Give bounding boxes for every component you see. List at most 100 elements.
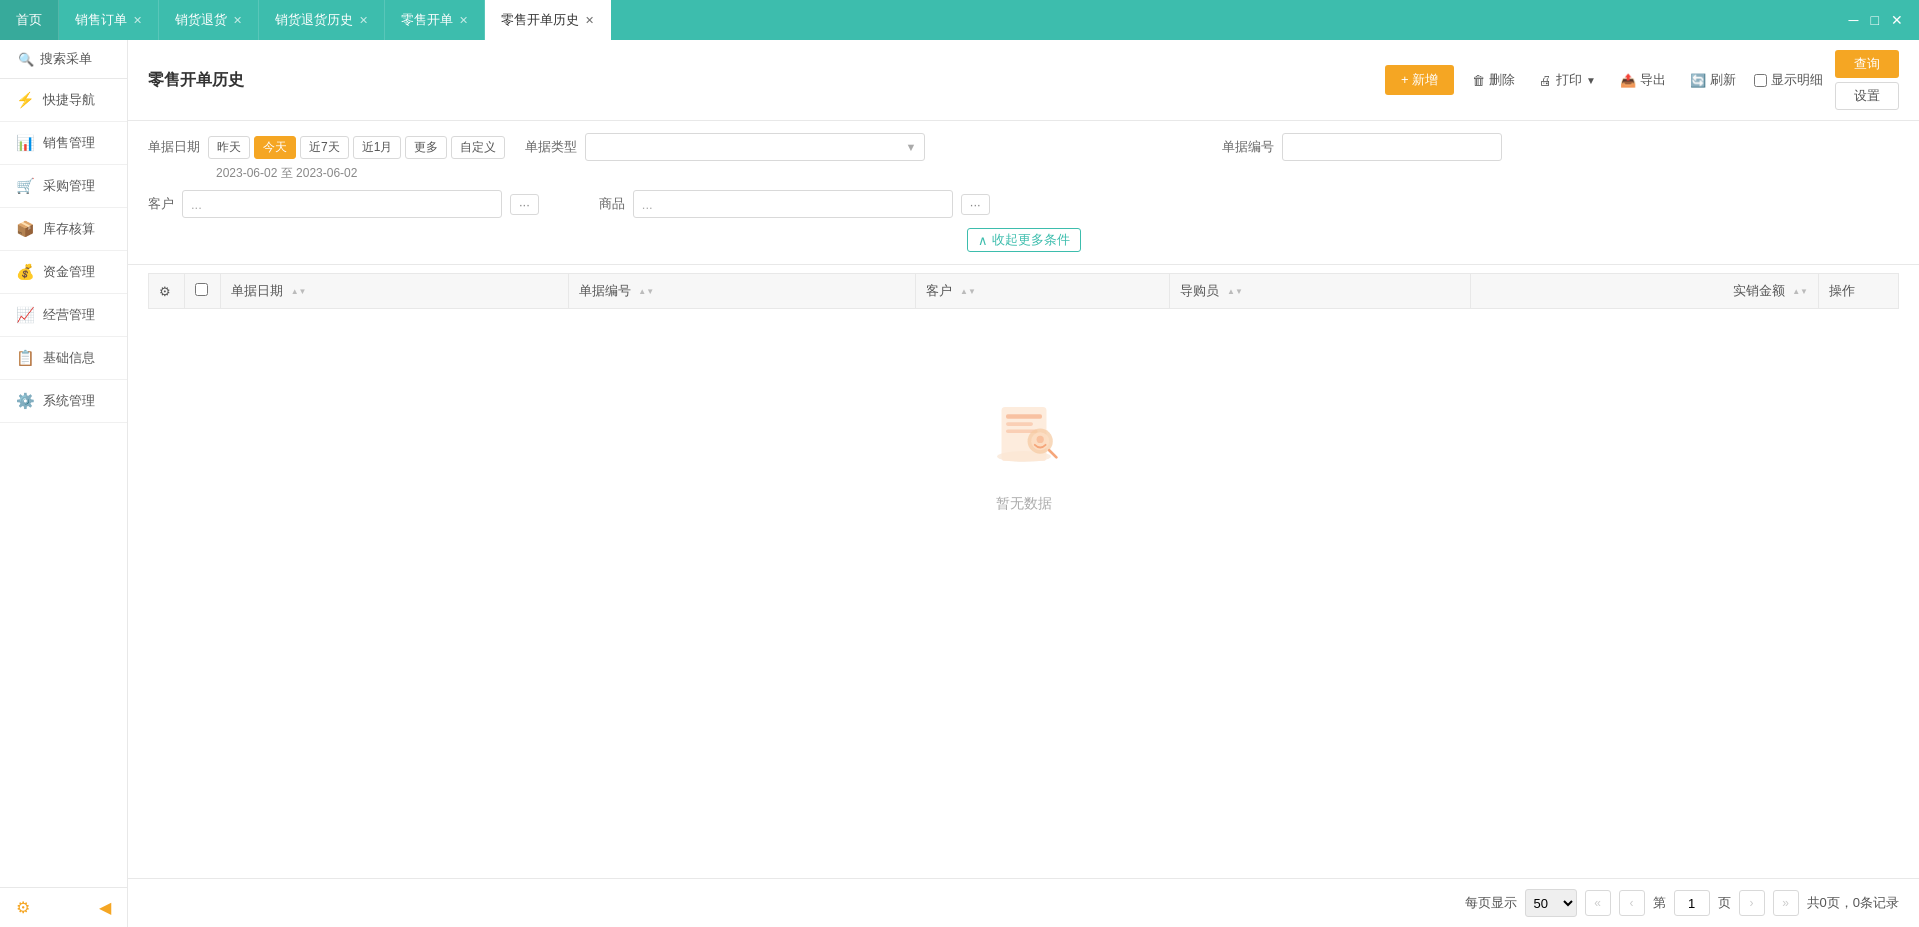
export-button[interactable]: 📤 导出 xyxy=(1614,67,1672,93)
sidebar: 🔍 搜索采单 ⚡ 快捷导航 📊 销售管理 🛒 采购管理 📦 库存核算 💰 资金管… xyxy=(0,40,128,927)
col-customer-sort[interactable]: ▲▼ xyxy=(960,287,976,296)
col-date-sort[interactable]: ▲▼ xyxy=(291,287,307,296)
page-title: 零售开单历史 xyxy=(148,70,244,91)
col-amount[interactable]: 实销金额 ▲▼ xyxy=(1471,274,1819,309)
page-number-input[interactable] xyxy=(1674,890,1710,916)
col-settings[interactable]: ⚙ xyxy=(149,274,185,309)
customer-filter: 客户 ... ··· xyxy=(148,190,539,218)
col-checkbox[interactable] xyxy=(185,274,221,309)
display-detail-input[interactable] xyxy=(1754,74,1767,87)
tab-home[interactable]: 首页 xyxy=(0,0,59,40)
date-buttons: 昨天 今天 近7天 近1月 更多 自定义 xyxy=(208,136,505,159)
page-prev-btn[interactable]: ‹ xyxy=(1619,890,1645,916)
date-btn-yesterday[interactable]: 昨天 xyxy=(208,136,250,159)
type-select[interactable]: ▼ xyxy=(585,133,925,161)
delete-button[interactable]: 🗑 删除 xyxy=(1466,67,1521,93)
date-range-text: 2023-06-02 至 2023-06-02 xyxy=(216,166,357,180)
tab-sales-return-history[interactable]: 销货退货历史 ✕ xyxy=(259,0,385,40)
customer-select-placeholder: ... xyxy=(191,197,202,212)
tab-sales-order[interactable]: 销售订单 ✕ xyxy=(59,0,159,40)
collapse-button[interactable]: ∧ 收起更多条件 xyxy=(967,228,1081,252)
top-tabbar: 首页 销售订单 ✕ 销货退货 ✕ 销货退货历史 ✕ 零售开单 ✕ 零售开单历史 … xyxy=(0,0,1919,40)
col-amount-sort[interactable]: ▲▼ xyxy=(1792,287,1808,296)
date-btn-custom[interactable]: 自定义 xyxy=(451,136,505,159)
col-number-sort[interactable]: ▲▼ xyxy=(638,287,654,296)
customer-select[interactable]: ... xyxy=(182,190,502,218)
display-detail-checkbox[interactable]: 显示明细 xyxy=(1754,71,1823,89)
add-button[interactable]: + 新增 xyxy=(1385,65,1454,95)
tab-retail-history[interactable]: 零售开单历史 ✕ xyxy=(485,0,611,40)
sidebar-item-quick-nav-label: 快捷导航 xyxy=(43,91,95,109)
sidebar-search[interactable]: 🔍 搜索采单 xyxy=(0,40,127,79)
window-close[interactable]: ✕ xyxy=(1891,12,1903,28)
col-operation: 操作 xyxy=(1819,274,1899,309)
number-input[interactable] xyxy=(1282,133,1502,161)
purchase-mgmt-icon: 🛒 xyxy=(16,177,35,195)
page-first-btn[interactable]: « xyxy=(1585,890,1611,916)
tab-retail-open-close[interactable]: ✕ xyxy=(459,14,468,27)
sidebar-item-purchase-mgmt[interactable]: 🛒 采购管理 xyxy=(0,165,127,208)
date-btn-1month[interactable]: 近1月 xyxy=(353,136,402,159)
type-filter-label: 单据类型 xyxy=(525,138,577,156)
page-last-btn[interactable]: » xyxy=(1773,890,1799,916)
sidebar-item-quick-nav[interactable]: ⚡ 快捷导航 xyxy=(0,79,127,122)
svg-rect-2 xyxy=(1006,414,1042,419)
query-button[interactable]: 查询 xyxy=(1835,50,1899,78)
page-label-unit: 页 xyxy=(1718,894,1731,912)
export-icon: 📤 xyxy=(1620,73,1636,88)
sidebar-item-operations[interactable]: 📈 经营管理 xyxy=(0,294,127,337)
product-select[interactable]: ... xyxy=(633,190,953,218)
customer-ellipsis-btn[interactable]: ··· xyxy=(510,194,539,215)
sidebar-item-system[interactable]: ⚙️ 系统管理 xyxy=(0,380,127,423)
date-btn-7days[interactable]: 近7天 xyxy=(300,136,349,159)
col-date[interactable]: 单据日期 ▲▼ xyxy=(221,274,569,309)
operations-icon: 📈 xyxy=(16,306,35,324)
sidebar-search-label: 搜索采单 xyxy=(40,50,92,68)
tab-retail-open[interactable]: 零售开单 ✕ xyxy=(385,0,485,40)
page-next-btn[interactable]: › xyxy=(1739,890,1765,916)
col-number[interactable]: 单据编号 ▲▼ xyxy=(568,274,916,309)
date-filter: 单据日期 昨天 今天 近7天 近1月 更多 自定义 xyxy=(148,136,505,159)
tab-sales-order-close[interactable]: ✕ xyxy=(133,14,142,27)
refresh-button[interactable]: 🔄 刷新 xyxy=(1684,67,1742,93)
col-date-label: 单据日期 xyxy=(231,283,283,298)
col-customer[interactable]: 客户 ▲▼ xyxy=(916,274,1170,309)
table-body: 暂无数据 xyxy=(149,309,1899,594)
sidebar-item-finance[interactable]: 💰 资金管理 xyxy=(0,251,127,294)
tab-sales-return[interactable]: 销货退货 ✕ xyxy=(159,0,259,40)
window-minimize[interactable]: ─ xyxy=(1849,12,1859,28)
sidebar-settings-icon[interactable]: ⚙ xyxy=(16,898,30,917)
page-label-prefix: 第 xyxy=(1653,894,1666,912)
window-maximize[interactable]: □ xyxy=(1871,12,1879,28)
tab-sales-return-history-close[interactable]: ✕ xyxy=(359,14,368,27)
sidebar-item-basic-info[interactable]: 📋 基础信息 xyxy=(0,337,127,380)
tab-list: 首页 销售订单 ✕ 销货退货 ✕ 销货退货历史 ✕ 零售开单 ✕ 零售开单历史 … xyxy=(0,0,611,40)
select-all-checkbox[interactable] xyxy=(195,283,208,296)
per-page-select[interactable]: 10 20 50 100 xyxy=(1525,889,1577,917)
sidebar-collapse-icon[interactable]: ◀ xyxy=(99,898,111,917)
sidebar-item-sales-mgmt-label: 销售管理 xyxy=(43,134,95,152)
print-button[interactable]: 🖨 打印 ▼ xyxy=(1533,67,1602,93)
sidebar-item-finance-label: 资金管理 xyxy=(43,263,95,281)
date-btn-more[interactable]: 更多 xyxy=(405,136,447,159)
refresh-label: 刷新 xyxy=(1710,71,1736,89)
col-operation-label: 操作 xyxy=(1829,283,1855,298)
tab-sales-return-close[interactable]: ✕ xyxy=(233,14,242,27)
date-btn-today[interactable]: 今天 xyxy=(254,136,296,159)
svg-point-8 xyxy=(1036,436,1043,443)
product-ellipsis-btn[interactable]: ··· xyxy=(961,194,990,215)
sidebar-item-inventory[interactable]: 📦 库存核算 xyxy=(0,208,127,251)
content-area: 零售开单历史 + 新增 🗑 删除 🖨 打印 ▼ 📤 导出 🔄 xyxy=(128,40,1919,927)
filter-row-2: 客户 ... ··· 商品 ... ··· xyxy=(148,190,1899,218)
product-select-placeholder: ... xyxy=(642,197,653,212)
table-head: ⚙ 单据日期 ▲▼ 单据编号 ▲▼ 客户 xyxy=(149,274,1899,309)
refresh-icon: 🔄 xyxy=(1690,73,1706,88)
settings-button[interactable]: 设置 xyxy=(1835,82,1899,110)
sidebar-item-system-label: 系统管理 xyxy=(43,392,95,410)
col-number-label: 单据编号 xyxy=(579,283,631,298)
sidebar-item-sales-mgmt[interactable]: 📊 销售管理 xyxy=(0,122,127,165)
col-salesperson[interactable]: 导购员 ▲▼ xyxy=(1170,274,1471,309)
col-salesperson-sort[interactable]: ▲▼ xyxy=(1227,287,1243,296)
tab-retail-history-close[interactable]: ✕ xyxy=(585,14,594,27)
page-header: 零售开单历史 + 新增 🗑 删除 🖨 打印 ▼ 📤 导出 🔄 xyxy=(128,40,1919,121)
